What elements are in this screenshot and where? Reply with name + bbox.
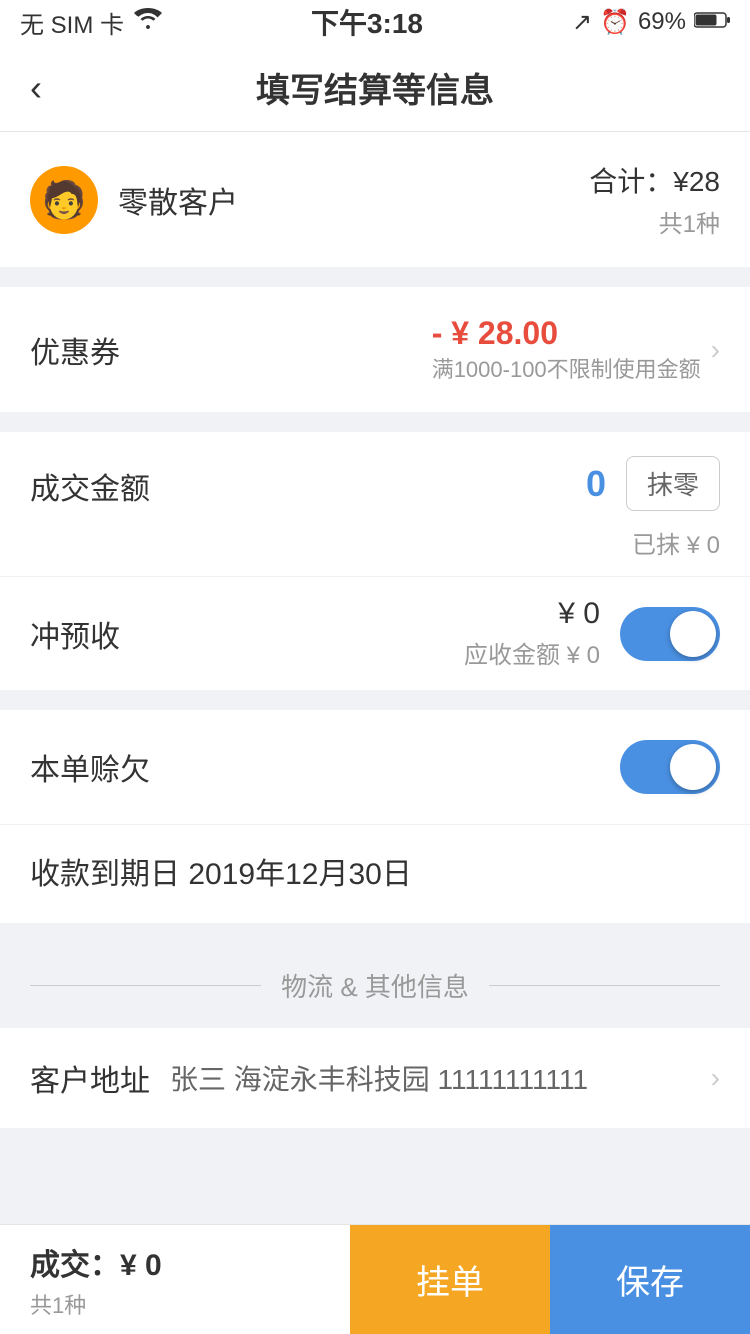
prereceive-amount: ¥ 0 [464, 597, 600, 631]
logistics-header: 物流 & 其他信息 [0, 943, 750, 1028]
bottom-deal-amount: ¥ 0 [120, 1249, 162, 1282]
prereceive-values: ¥ 0 应收金额 ¥ 0 [464, 597, 600, 670]
customer-right: 合计：¥28 共1种 [589, 160, 720, 239]
debt-section: 本单赊欠 收款到期日 2019年12月30日 [0, 710, 750, 923]
logistics-title: 物流 & 其他信息 [281, 967, 469, 1004]
transaction-amount-value[interactable]: 0 [586, 463, 606, 505]
status-right: ↗ ⏰ 69% [572, 8, 730, 37]
customer-count: 共1种 [589, 204, 720, 239]
address-label: 客户地址 [30, 1056, 150, 1100]
due-date-label: 收款到期日 [30, 858, 188, 891]
debt-toggle[interactable] [620, 740, 720, 794]
customer-section: 🧑 零散客户 合计：¥28 共1种 [0, 132, 750, 267]
customer-total: 合计：¥28 [589, 160, 720, 200]
address-value: 张三 海淀永丰科技园 11111111111 [170, 1058, 711, 1098]
prereceive-row: 冲预收 ¥ 0 应收金额 ¥ 0 [0, 576, 750, 690]
debt-toggle-knob [670, 744, 716, 790]
back-button[interactable]: ‹ [30, 67, 42, 109]
round-zero-button[interactable]: 抹零 [626, 456, 720, 511]
nav-bar: ‹ 填写结算等信息 [0, 44, 750, 132]
status-time: 下午3:18 [311, 2, 423, 42]
coupon-desc: 满1000-100不限制使用金额 [432, 352, 701, 384]
debt-row: 本单赊欠 [0, 710, 750, 824]
logistics-line-left [30, 985, 261, 986]
prereceive-sub: 应收金额 ¥ 0 [464, 635, 600, 670]
prereceive-right: ¥ 0 应收金额 ¥ 0 [464, 597, 720, 670]
coupon-right: - ¥ 28.00 满1000-100不限制使用金额 › [432, 315, 720, 384]
address-row[interactable]: 客户地址 张三 海淀永丰科技园 11111111111 › [0, 1028, 750, 1128]
content: 🧑 零散客户 合计：¥28 共1种 优惠券 - ¥ 28.00 满1000-10… [0, 132, 750, 1268]
hold-button[interactable]: 挂单 [350, 1225, 550, 1334]
prereceive-label: 冲预收 [30, 612, 120, 656]
customer-avatar: 🧑 [30, 166, 98, 234]
customer-left: 🧑 零散客户 [30, 166, 238, 234]
address-chevron-icon: › [711, 1062, 720, 1094]
page-title: 填写结算等信息 [256, 63, 494, 112]
save-button[interactable]: 保存 [550, 1225, 750, 1334]
debt-label: 本单赊欠 [30, 745, 150, 789]
coupon-chevron-icon: › [711, 334, 720, 366]
prereceive-toggle[interactable] [620, 607, 720, 661]
transaction-amount-label: 成交金额 [30, 456, 150, 508]
battery-icon [694, 8, 730, 36]
coupon-amount: - ¥ 28.00 [432, 315, 701, 352]
due-date-value: 2019年12月30日 [188, 858, 411, 891]
bottom-bar: 成交：¥ 0 共1种 挂单 保存 [0, 1224, 750, 1334]
transaction-amount-right: 0 抹零 [586, 456, 720, 511]
sim-label: 无 SIM 卡 [20, 5, 124, 40]
status-left: 无 SIM 卡 [20, 5, 162, 40]
due-date-row: 收款到期日 2019年12月30日 [0, 824, 750, 923]
amount-section: 成交金额 0 抹零 已抹 ¥ 0 冲预收 ¥ 0 应收金额 ¥ 0 [0, 432, 750, 690]
battery-level: 69% [638, 8, 686, 36]
alarm-icon: ⏰ [600, 8, 630, 37]
transaction-amount-row: 成交金额 0 抹零 [0, 432, 750, 521]
coupon-section[interactable]: 优惠券 - ¥ 28.00 满1000-100不限制使用金额 › [0, 287, 750, 412]
coupon-label: 优惠券 [30, 328, 120, 372]
bottom-deal-label: 成交： [30, 1249, 120, 1282]
customer-name: 零散客户 [118, 178, 238, 222]
bottom-count: 共1种 [30, 1288, 320, 1320]
location-icon: ↗ [572, 8, 592, 37]
avatar-icon: 🧑 [42, 179, 87, 221]
status-bar: 无 SIM 卡 下午3:18 ↗ ⏰ 69% [0, 0, 750, 44]
bottom-info: 成交：¥ 0 共1种 [0, 1240, 350, 1320]
wifi-icon [134, 8, 162, 37]
toggle-knob [670, 611, 716, 657]
already-rounded-label: 已抹 ¥ 0 [0, 521, 750, 576]
bottom-deal: 成交：¥ 0 [30, 1240, 320, 1284]
logistics-line-right [489, 985, 720, 986]
